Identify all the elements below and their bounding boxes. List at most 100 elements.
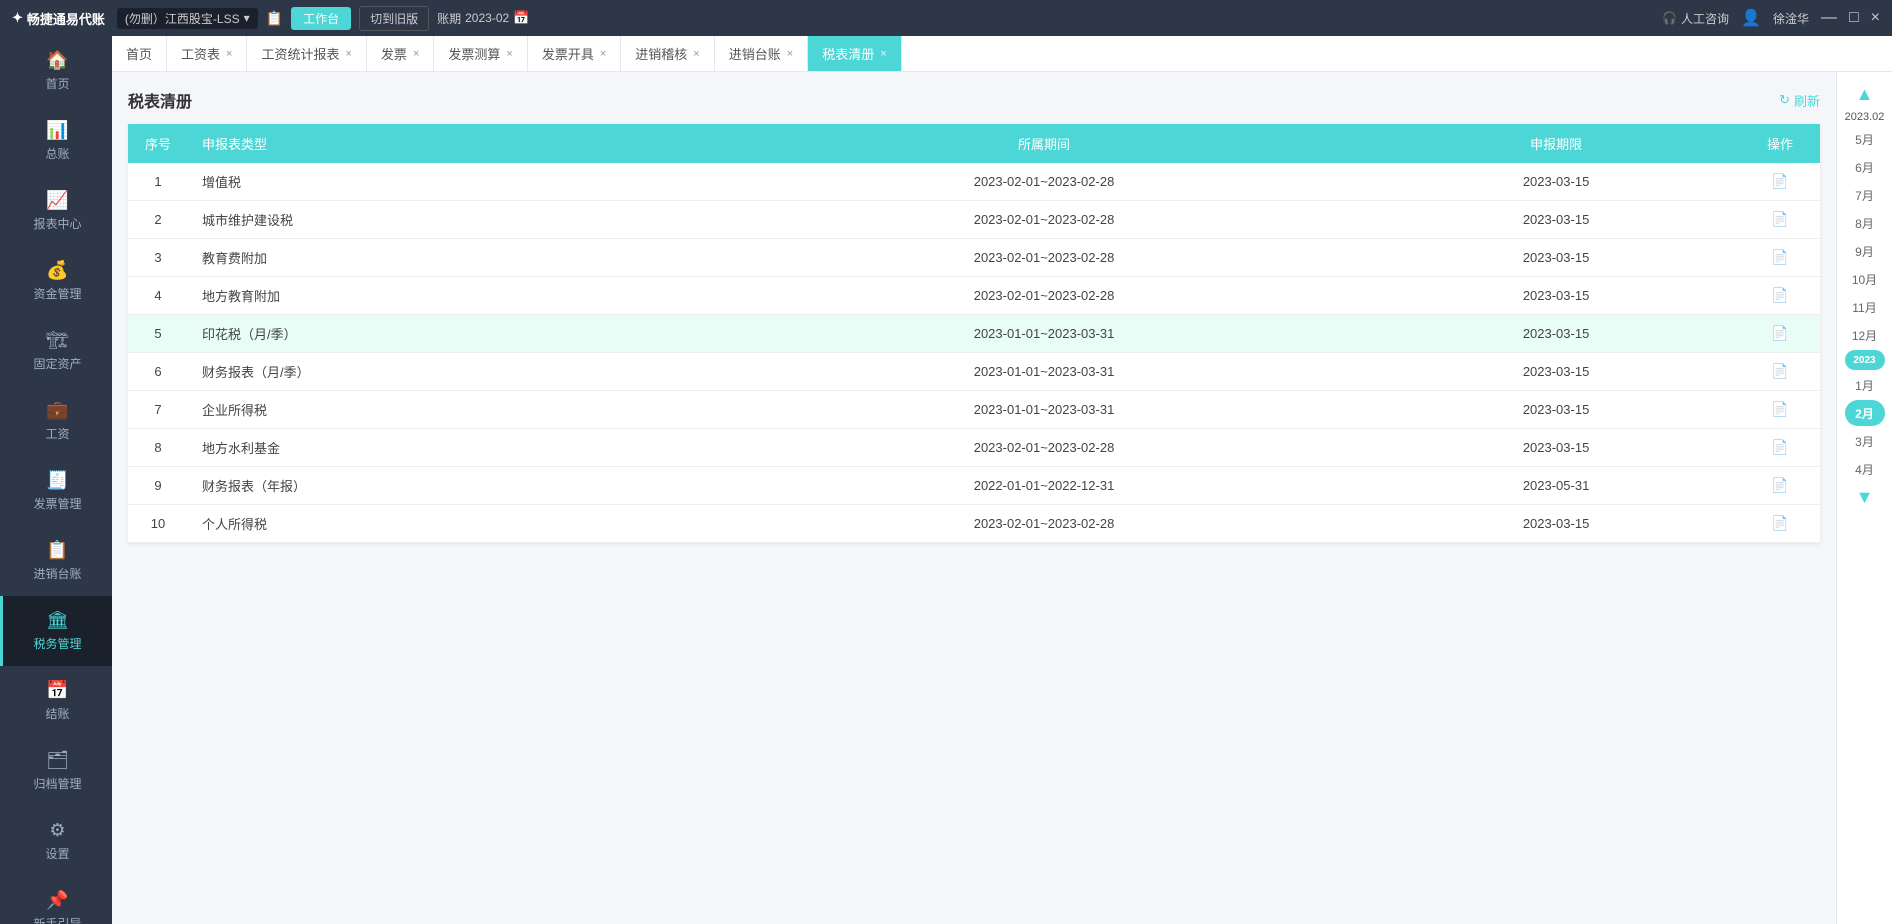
action-icon-view[interactable]: 📄 — [1771, 401, 1788, 417]
tab-label-invoice-open: 发票开具 — [542, 44, 594, 63]
timeline-month-7[interactable]: 7月 — [1845, 182, 1885, 208]
cell-type: 企业所得税 — [188, 391, 716, 429]
sidebar-item-guide[interactable]: 📌 新手引导 — [0, 876, 112, 924]
page-header: 税表清册 ↻ 刷新 — [128, 88, 1820, 112]
cell-action: 📄 — [1740, 163, 1820, 201]
refresh-button[interactable]: ↻ 刷新 — [1779, 91, 1820, 110]
top-actions: 工作台 切到旧版 账期 2023-02 📅 — [291, 6, 529, 31]
sidebar-item-home[interactable]: 🏠 首页 — [0, 36, 112, 106]
sidebar-item-settings[interactable]: ⚙ 设置 — [0, 806, 112, 876]
sidebar-item-fixed-assets[interactable]: 🏗 固定资产 — [0, 316, 112, 386]
tab-label-salary-stat: 工资统计报表 — [261, 44, 339, 63]
sidebar-item-archive[interactable]: 🗂 归档管理 — [0, 736, 112, 806]
sidebar-item-closing[interactable]: 📅 结账 — [0, 666, 112, 736]
timeline-month-9[interactable]: 9月 — [1845, 238, 1885, 264]
timeline-month-1[interactable]: 1月 — [1845, 372, 1885, 398]
sidebar-item-tax-mgmt[interactable]: 🏛 税务管理 — [0, 596, 112, 666]
timeline-panel: ▲ 2023.02 5月 6月 7月 8月 9月 10月 11月 12月 202… — [1836, 72, 1892, 924]
action-icon-view[interactable]: 📄 — [1771, 325, 1788, 341]
tab-salary-stat[interactable]: 工资统计报表 × — [247, 36, 366, 72]
tab-close-invoice-open[interactable]: × — [600, 48, 606, 60]
cell-period: 2023-01-01~2023-03-31 — [716, 391, 1372, 429]
company-selector[interactable]: (勿删）江西股宝-LSS ▾ — [117, 8, 258, 29]
action-icon-view[interactable]: 📄 — [1771, 363, 1788, 379]
tab-label-invoice-calc: 发票测算 — [448, 44, 500, 63]
tab-invoice-open[interactable]: 发票开具 × — [528, 36, 621, 72]
window-maximize[interactable]: □ — [1849, 9, 1859, 27]
sidebar-label-fixed-assets: 固定资产 — [33, 355, 81, 372]
sidebar-label-settings: 设置 — [45, 845, 69, 862]
purchase-sales-icon: 📋 — [46, 540, 68, 561]
sidebar-item-purchase-sales[interactable]: 📋 进销台账 — [0, 526, 112, 596]
timeline-month-3[interactable]: 3月 — [1845, 428, 1885, 454]
tab-purchase-ledger[interactable]: 进销台账 × — [715, 36, 808, 72]
action-icon-view[interactable]: 📄 — [1771, 249, 1788, 265]
sidebar-item-invoice-mgmt[interactable]: 🧾 发票管理 — [0, 456, 112, 526]
timeline-month-10[interactable]: 10月 — [1845, 266, 1885, 292]
tab-close-salary-stat[interactable]: × — [345, 48, 351, 60]
user-avatar: 👤 — [1741, 8, 1761, 28]
user-service[interactable]: 🎧 人工咨询 — [1662, 10, 1729, 27]
tab-home[interactable]: 首页 — [112, 36, 167, 72]
table-row: 10 个人所得税 2023-02-01~2023-02-28 2023-03-1… — [128, 505, 1820, 543]
tab-tax-clear[interactable]: 税表清册 × — [808, 36, 901, 72]
timeline-month-8[interactable]: 8月 — [1845, 210, 1885, 236]
tab-close-invoice[interactable]: × — [413, 48, 419, 60]
cell-period: 2023-02-01~2023-02-28 — [716, 239, 1372, 277]
tab-salary-table[interactable]: 工资表 × — [167, 36, 247, 72]
tab-close-invoice-calc[interactable]: × — [506, 48, 512, 60]
sidebar-label-guide: 新手引导 — [33, 915, 81, 924]
tab-invoice-calc[interactable]: 发票测算 × — [434, 36, 527, 72]
period-icon: 📅 — [513, 10, 529, 26]
tab-close-salary-table[interactable]: × — [226, 48, 232, 60]
invoice-mgmt-icon: 🧾 — [46, 470, 68, 491]
sidebar-item-salary[interactable]: 💼 工资 — [0, 386, 112, 456]
action-icon-view[interactable]: 📄 — [1771, 287, 1788, 303]
tab-invoice[interactable]: 发票 × — [367, 36, 434, 72]
sidebar-item-funds[interactable]: 💰 资金管理 — [0, 246, 112, 316]
action-icon-view[interactable]: 📄 — [1771, 477, 1788, 493]
tab-label-purchase-ledger: 进销台账 — [729, 44, 781, 63]
sidebar-item-ledger[interactable]: 📊 总账 — [0, 106, 112, 176]
timeline-year-2023: 2023 — [1845, 350, 1885, 370]
cell-deadline: 2023-03-15 — [1372, 429, 1740, 467]
table-row: 1 增值税 2023-02-01~2023-02-28 2023-03-15 📄 — [128, 163, 1820, 201]
sidebar-item-reports[interactable]: 📈 报表中心 — [0, 176, 112, 246]
col-seq: 序号 — [128, 124, 188, 163]
cell-type: 地方水利基金 — [188, 429, 716, 467]
timeline-month-11[interactable]: 11月 — [1845, 294, 1885, 320]
workbench-button[interactable]: 工作台 — [291, 7, 351, 30]
timeline-scroll-down[interactable]: ▼ — [1852, 483, 1878, 512]
calendar-icon[interactable]: 📋 — [266, 10, 283, 27]
refresh-label: 刷新 — [1794, 91, 1820, 110]
window-minimize[interactable]: — — [1821, 9, 1837, 27]
sidebar-label-archive: 归档管理 — [33, 775, 81, 792]
timeline-month-2[interactable]: 2月 — [1845, 400, 1885, 426]
window-close[interactable]: × — [1871, 9, 1880, 27]
table-row: 7 企业所得税 2023-01-01~2023-03-31 2023-03-15… — [128, 391, 1820, 429]
action-icon-view[interactable]: 📄 — [1771, 173, 1788, 189]
period-label: 账期 — [437, 10, 461, 27]
timeline-month-4[interactable]: 4月 — [1845, 456, 1885, 482]
tab-close-tax-clear[interactable]: × — [880, 48, 886, 60]
sidebar-label-tax-mgmt: 税务管理 — [33, 635, 81, 652]
action-icon-view[interactable]: 📄 — [1771, 211, 1788, 227]
switch-button[interactable]: 切到旧版 — [359, 6, 429, 31]
tax-table: 序号 申报表类型 所属期间 申报期限 操作 1 增值税 2023-02-01~2… — [128, 124, 1820, 543]
timeline-month-6[interactable]: 6月 — [1845, 154, 1885, 180]
cell-period: 2023-02-01~2023-02-28 — [716, 201, 1372, 239]
timeline-scroll-up[interactable]: ▲ — [1852, 80, 1878, 109]
tab-close-purchase-audit[interactable]: × — [693, 48, 699, 60]
tab-close-purchase-ledger[interactable]: × — [787, 48, 793, 60]
cell-seq: 7 — [128, 391, 188, 429]
timeline-month-12[interactable]: 12月 — [1845, 322, 1885, 348]
closing-icon: 📅 — [46, 680, 68, 701]
action-icon-view[interactable]: 📄 — [1771, 515, 1788, 531]
main-layout: 🏠 首页 📊 总账 📈 报表中心 💰 资金管理 🏗 固定资产 💼 工资 🧾 发票… — [0, 36, 1892, 924]
table-row: 8 地方水利基金 2023-02-01~2023-02-28 2023-03-1… — [128, 429, 1820, 467]
action-icon-view[interactable]: 📄 — [1771, 439, 1788, 455]
tab-purchase-audit[interactable]: 进销稽核 × — [621, 36, 714, 72]
sidebar-label-reports: 报表中心 — [33, 215, 81, 232]
cell-seq: 6 — [128, 353, 188, 391]
timeline-month-5[interactable]: 5月 — [1845, 126, 1885, 152]
